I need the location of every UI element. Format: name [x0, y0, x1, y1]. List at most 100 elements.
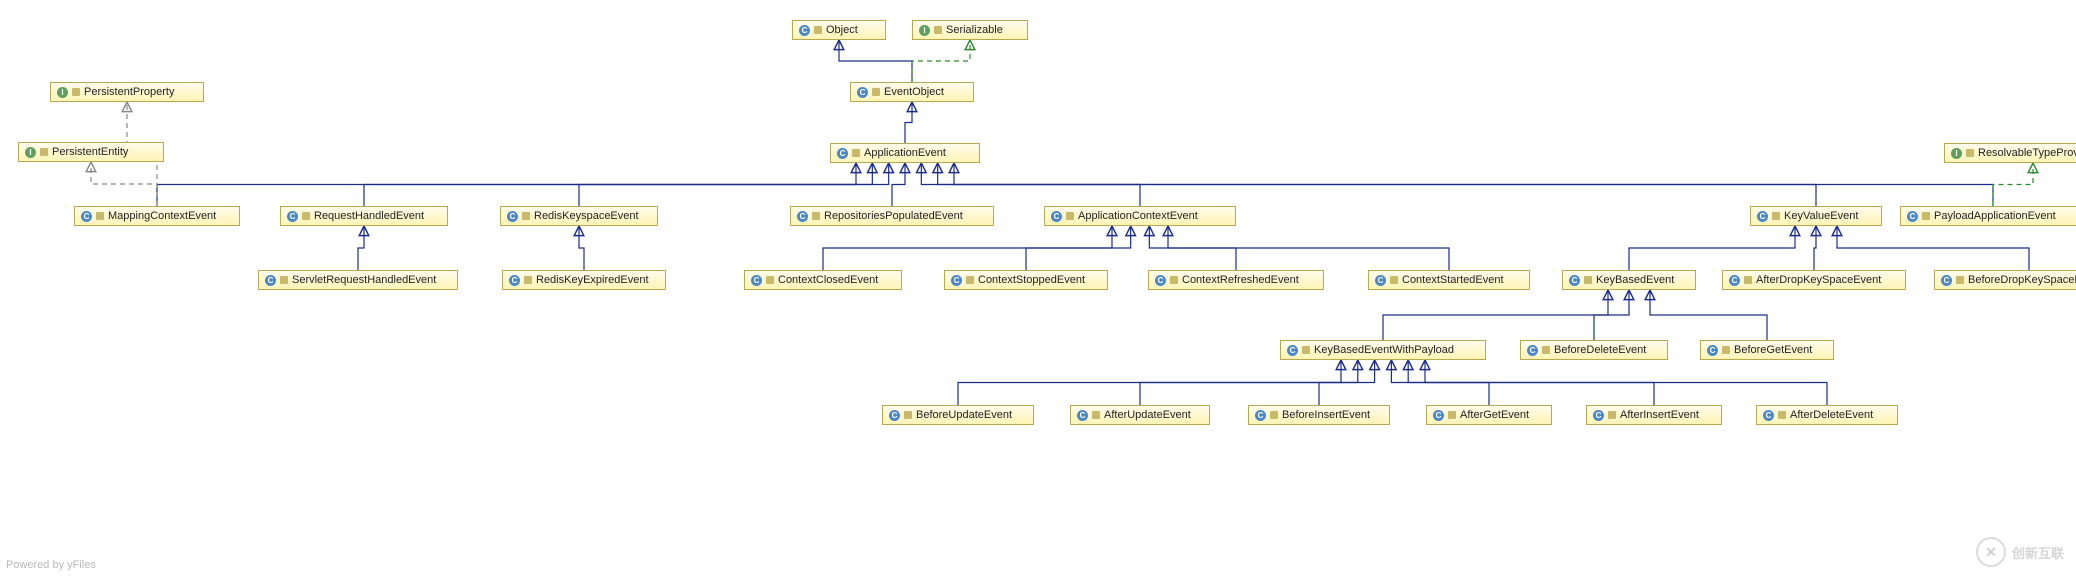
node-label: ContextStoppedEvent: [978, 274, 1085, 286]
class-icon: C: [837, 148, 848, 159]
node-label: ResolvableTypeProvider: [1978, 147, 2076, 159]
node-label: MappingContextEvent: [108, 210, 216, 222]
node-KeyBasedEvent[interactable]: CKeyBasedEvent: [1562, 270, 1696, 290]
class-icon: C: [287, 211, 298, 222]
class-icon: C: [1077, 410, 1088, 421]
node-PersistentEntity[interactable]: IPersistentEntity: [18, 142, 164, 162]
node-BeforeGetEvent[interactable]: CBeforeGetEvent: [1700, 340, 1834, 360]
node-label: BeforeDeleteEvent: [1554, 344, 1646, 356]
edge-KeyValueEvent-ApplicationEvent: [938, 163, 1816, 206]
interface-icon: I: [919, 25, 930, 36]
class-icon: C: [951, 275, 962, 286]
class-icon: C: [1287, 345, 1298, 356]
class-icon: C: [1255, 410, 1266, 421]
lock-icon: [72, 88, 80, 96]
node-KeyValueEvent[interactable]: CKeyValueEvent: [1750, 206, 1882, 226]
edge-AfterDropKeySpaceEvent-KeyValueEvent: [1814, 226, 1816, 270]
class-icon: C: [1155, 275, 1166, 286]
node-BeforeInsertEvent[interactable]: C BeforeInsertEvent: [1248, 405, 1390, 425]
lock-icon: [524, 276, 532, 284]
node-ContextStartedEvent[interactable]: CContextStartedEvent: [1368, 270, 1530, 290]
node-label: RedisKeyExpiredEvent: [536, 274, 649, 286]
node-label: AfterDropKeySpaceEvent: [1756, 274, 1881, 286]
node-ServletRequestHandledEvent[interactable]: CServletRequestHandledEvent: [258, 270, 458, 290]
lock-icon: [302, 212, 310, 220]
edge-ContextStartedEvent-ApplicationContextEvent: [1168, 226, 1449, 270]
watermark-text: 创新互联: [2012, 543, 2064, 562]
node-BeforeDropKeySpaceEvent[interactable]: CBeforeDropKeySpaceEvent: [1934, 270, 2076, 290]
edge-KeyBasedEvent-KeyValueEvent: [1629, 226, 1795, 270]
node-label: EventObject: [884, 86, 944, 98]
node-KeyBasedEventWithPayload[interactable]: C KeyBasedEventWithPayload: [1280, 340, 1486, 360]
node-BeforeDeleteEvent[interactable]: CBeforeDeleteEvent: [1520, 340, 1668, 360]
node-label: PayloadApplicationEvent: [1934, 210, 2056, 222]
lock-icon: [1390, 276, 1398, 284]
lock-icon: [1584, 276, 1592, 284]
node-ResolvableTypeProvider[interactable]: IResolvableTypeProvider: [1944, 143, 2076, 163]
node-Object[interactable]: C Object: [792, 20, 886, 40]
node-RedisKeyExpiredEvent[interactable]: C RedisKeyExpiredEvent: [502, 270, 666, 290]
node-RedisKeyspaceEvent[interactable]: CRedisKeyspaceEvent: [500, 206, 658, 226]
node-PersistentProperty[interactable]: IPersistentProperty: [50, 82, 204, 102]
node-label: BeforeUpdateEvent: [916, 409, 1012, 421]
edge-AfterInsertEvent-KeyBasedEventWithPayload: [1408, 360, 1654, 405]
class-icon: C: [751, 275, 762, 286]
class-icon: C: [857, 87, 868, 98]
lock-icon: [814, 26, 822, 34]
node-MappingContextEvent[interactable]: C MappingContextEvent: [74, 206, 240, 226]
node-label: ApplicationContextEvent: [1078, 210, 1198, 222]
lock-icon: [1778, 411, 1786, 419]
class-icon: C: [1941, 275, 1952, 286]
class-icon: C: [1051, 211, 1062, 222]
lock-icon: [280, 276, 288, 284]
node-BeforeUpdateEvent[interactable]: CBeforeUpdateEvent: [882, 405, 1034, 425]
node-label: KeyBasedEventWithPayload: [1314, 344, 1454, 356]
node-PayloadApplicationEvent[interactable]: CPayloadApplicationEvent: [1900, 206, 2076, 226]
class-icon: C: [797, 211, 808, 222]
node-Serializable[interactable]: I Serializable: [912, 20, 1028, 40]
edge-RequestHandledEvent-ApplicationEvent: [364, 163, 872, 206]
class-icon: C: [507, 211, 518, 222]
node-label: AfterDeleteEvent: [1790, 409, 1873, 421]
edge-AfterUpdateEvent-KeyBasedEventWithPayload: [1140, 360, 1358, 405]
node-label: PersistentProperty: [84, 86, 174, 98]
lock-icon: [1302, 346, 1310, 354]
node-label: ContextStartedEvent: [1402, 274, 1504, 286]
node-EventObject[interactable]: C EventObject: [850, 82, 974, 102]
lock-icon: [1722, 346, 1730, 354]
node-ApplicationContextEvent[interactable]: C ApplicationContextEvent: [1044, 206, 1236, 226]
node-AfterGetEvent[interactable]: CAfterGetEvent: [1426, 405, 1552, 425]
edge-RedisKeyExpiredEvent-RedisKeyspaceEvent: [579, 226, 584, 270]
lock-icon: [852, 149, 860, 157]
node-label: Serializable: [946, 24, 1003, 36]
class-icon: C: [799, 25, 810, 36]
node-ContextClosedEvent[interactable]: CContextClosedEvent: [744, 270, 902, 290]
node-label: AfterGetEvent: [1460, 409, 1529, 421]
lock-icon: [904, 411, 912, 419]
watermark-icon: ✕: [1976, 537, 2006, 567]
node-label: ContextRefreshedEvent: [1182, 274, 1299, 286]
footer-credit: Powered by yFiles: [6, 559, 96, 571]
node-AfterDeleteEvent[interactable]: CAfterDeleteEvent: [1756, 405, 1898, 425]
node-label: RepositoriesPopulatedEvent: [824, 210, 963, 222]
class-icon: C: [1729, 275, 1740, 286]
node-ContextStoppedEvent[interactable]: C ContextStoppedEvent: [944, 270, 1108, 290]
node-AfterUpdateEvent[interactable]: C AfterUpdateEvent: [1070, 405, 1210, 425]
node-label: KeyValueEvent: [1784, 210, 1858, 222]
node-label: AfterUpdateEvent: [1104, 409, 1191, 421]
node-AfterDropKeySpaceEvent[interactable]: C AfterDropKeySpaceEvent: [1722, 270, 1906, 290]
class-icon: C: [509, 275, 520, 286]
node-RequestHandledEvent[interactable]: CRequestHandledEvent: [280, 206, 448, 226]
edge-AfterGetEvent-KeyBasedEventWithPayload: [1391, 360, 1489, 405]
node-ContextRefreshedEvent[interactable]: C ContextRefreshedEvent: [1148, 270, 1324, 290]
node-label: ApplicationEvent: [864, 147, 946, 159]
node-label: BeforeInsertEvent: [1282, 409, 1370, 421]
edge-BeforeDeleteEvent-KeyBasedEvent: [1594, 290, 1629, 340]
node-AfterInsertEvent[interactable]: CAfterInsertEvent: [1586, 405, 1722, 425]
node-RepositoriesPopulatedEvent[interactable]: C RepositoriesPopulatedEvent: [790, 206, 994, 226]
class-icon: C: [81, 211, 92, 222]
node-label: Object: [826, 24, 858, 36]
node-ApplicationEvent[interactable]: C ApplicationEvent: [830, 143, 980, 163]
class-icon: C: [1593, 410, 1604, 421]
class-icon: C: [265, 275, 276, 286]
